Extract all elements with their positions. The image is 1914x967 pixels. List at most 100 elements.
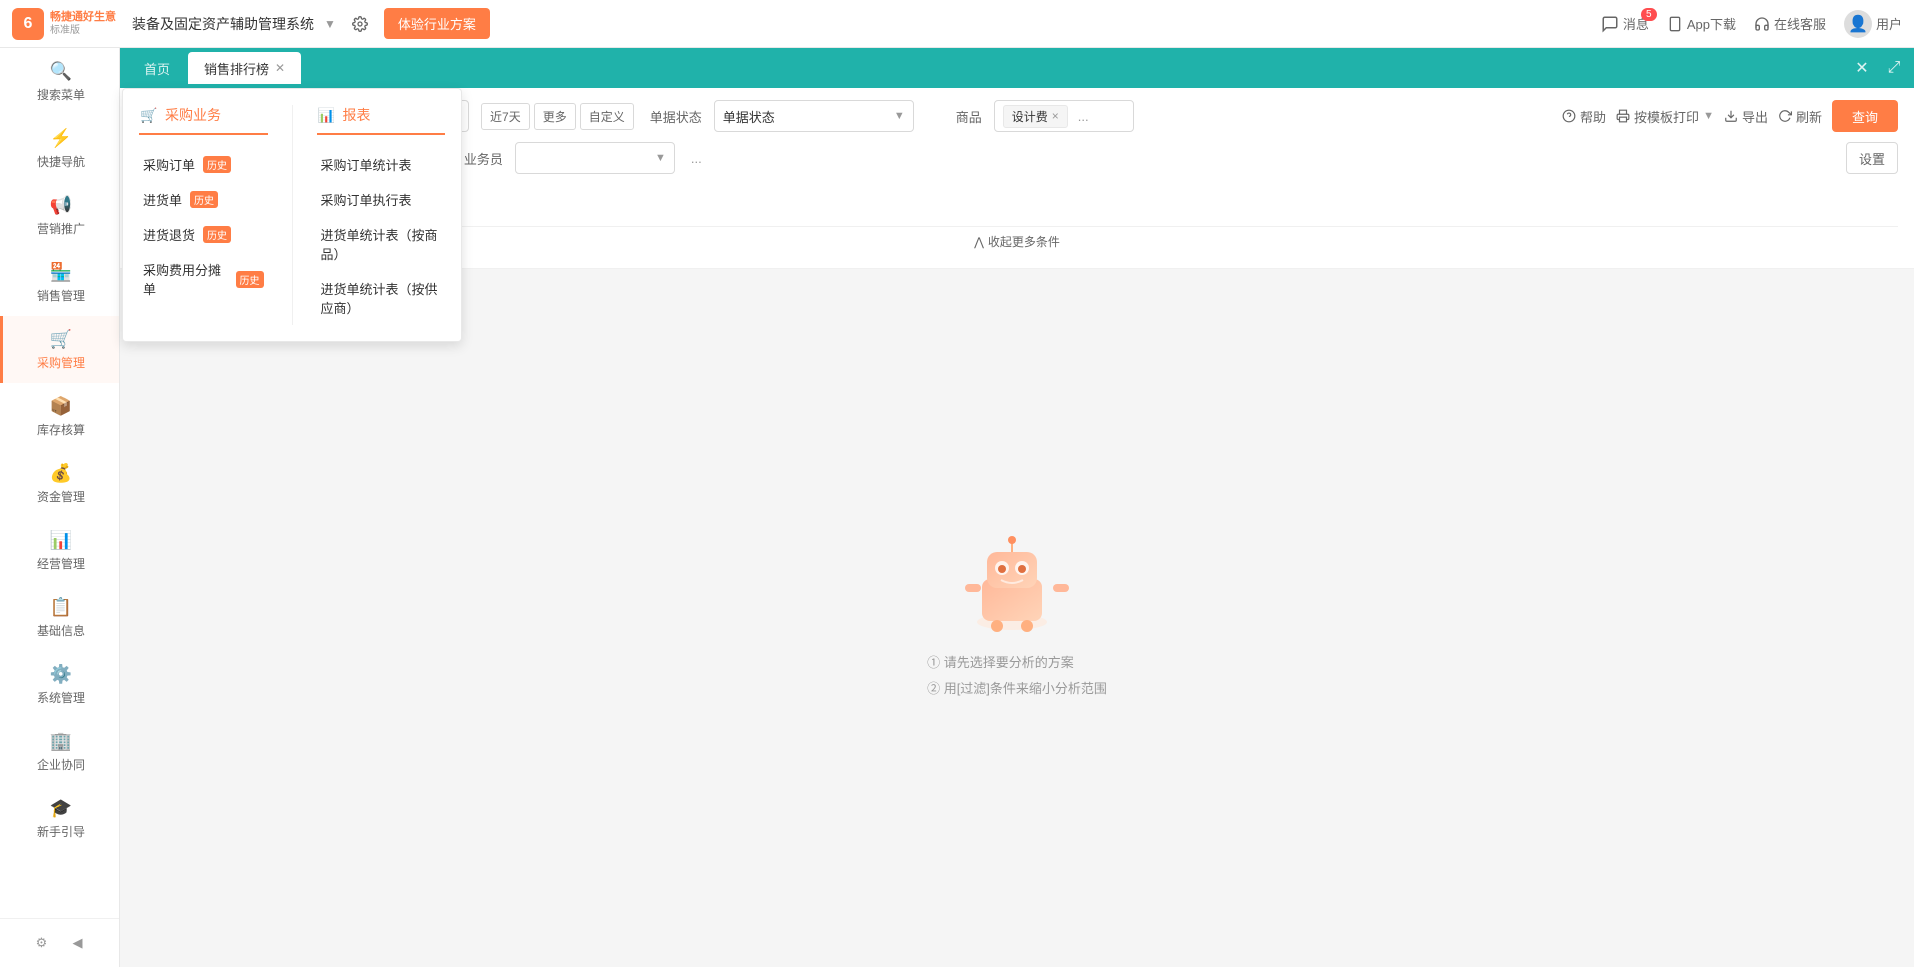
refresh-btn[interactable]: 刷新 — [1778, 107, 1822, 126]
capital-icon: 💰 — [50, 462, 72, 484]
date-custom-btn[interactable]: 自定义 — [580, 103, 634, 130]
sidebar-item-label: 新手引导 — [37, 823, 85, 840]
sidebar-settings-btn[interactable]: ⚙ — [28, 929, 56, 957]
reports-col-title: 报表 — [343, 105, 371, 125]
purchase-col-title: 采购业务 — [165, 105, 221, 125]
purchase-icon: 🛒 — [50, 328, 72, 350]
sidebar-item-basic-info[interactable]: 📋 基础信息 — [0, 584, 119, 651]
help-icon — [1562, 109, 1576, 123]
sidebar-item-sales[interactable]: 🏪 销售管理 — [0, 249, 119, 316]
purchase-return-history-badge: 历史 — [203, 226, 231, 243]
salesman-ellipsis[interactable]: ... — [687, 151, 706, 166]
app-download-label: App下载 — [1687, 14, 1736, 33]
empty-hint-2: 用[过滤]条件来缩小分析范围 — [927, 676, 1107, 702]
guide-icon: 🎓 — [50, 797, 72, 819]
message-btn[interactable]: 消息 5 — [1601, 14, 1649, 33]
dropdown-item-purchase-order[interactable]: 采购订单 历史 — [139, 147, 268, 182]
dropdown-col-purchase: 🛒 采购业务 采购订单 历史 进货单 历史 进货退货 历史 采购费用分摊单 — [139, 105, 268, 325]
tab-close-icon[interactable]: ✕ — [275, 61, 285, 75]
purchase-order-history-badge: 历史 — [203, 156, 231, 173]
settings-icon-btn[interactable] — [346, 10, 374, 38]
tab-home-label: 首页 — [144, 59, 170, 78]
headset-icon — [1754, 16, 1770, 32]
tab-bar-right: ✕ ⤢ — [1850, 56, 1906, 80]
sidebar-item-guide[interactable]: 🎓 新手引导 — [0, 785, 119, 852]
enterprise-icon: 🏢 — [50, 730, 72, 752]
purchase-col-icon: 🛒 — [139, 105, 159, 125]
sidebar-item-label: 经营管理 — [37, 555, 85, 572]
industry-btn[interactable]: 体验行业方案 — [384, 8, 490, 39]
dropdown-item-purchase-expense[interactable]: 采购费用分摊单 历史 — [139, 252, 268, 306]
sidebar-item-label: 搜索菜单 — [37, 86, 85, 103]
user-btn[interactable]: 👤 用户 — [1844, 10, 1902, 38]
dropdown-item-purchase-return[interactable]: 进货退货 历史 — [139, 217, 268, 252]
system-title: 装备及固定资产辅助管理系统 — [132, 14, 314, 34]
sidebar-item-capital[interactable]: 💰 资金管理 — [0, 450, 119, 517]
date-more-btn[interactable]: 更多 — [534, 103, 576, 130]
query-btn[interactable]: 查询 — [1832, 100, 1898, 132]
sidebar-item-label: 营销推广 — [37, 220, 85, 237]
goods-tag-close[interactable]: × — [1052, 109, 1059, 123]
print-dropdown-arrow[interactable]: ▼ — [1703, 110, 1714, 122]
sidebar-item-label: 系统管理 — [37, 689, 85, 706]
dropdown-item-purchase-receipt[interactable]: 进货单 历史 — [139, 182, 268, 217]
sidebar-collapse-btn[interactable]: ◀ — [64, 929, 92, 957]
dropdown-item-report-2[interactable]: 采购订单执行表 — [317, 182, 446, 217]
tab-sales-rank[interactable]: 销售排行榜 ✕ — [188, 52, 301, 84]
empty-illustration — [957, 534, 1077, 634]
print-icon — [1616, 109, 1630, 123]
date-quick-btns: 近7天 更多 自定义 — [481, 103, 634, 130]
goods-ellipsis[interactable]: ... — [1074, 109, 1093, 124]
tab-resize-btn[interactable]: ⤢ — [1882, 56, 1906, 80]
sidebar-item-label: 企业协同 — [37, 756, 85, 773]
sidebar-item-label: 采购管理 — [37, 354, 85, 371]
sidebar-item-operations[interactable]: 📊 经营管理 — [0, 517, 119, 584]
doc-status-arrow: ▼ — [894, 110, 905, 122]
help-label: 帮助 — [1580, 107, 1606, 126]
tab-bar: 首页 销售排行榜 ✕ ✕ ⤢ — [120, 48, 1914, 88]
tab-close-all-btn[interactable]: ✕ — [1850, 56, 1874, 80]
date-7days-btn[interactable]: 近7天 — [481, 103, 530, 130]
doc-status-label: 单据状态 — [646, 107, 702, 126]
inventory-icon: 📦 — [50, 395, 72, 417]
print-btn[interactable]: 按模板打印 ▼ — [1616, 107, 1714, 126]
dropdown-item-report-3[interactable]: 进货单统计表（按商品） — [317, 217, 446, 271]
message-badge: 5 — [1641, 8, 1657, 21]
tab-sales-rank-label: 销售排行榜 — [204, 59, 269, 78]
sidebar-item-inventory[interactable]: 📦 库存核算 — [0, 383, 119, 450]
online-service-label: 在线客服 — [1774, 14, 1826, 33]
system-dropdown-arrow[interactable]: ▼ — [324, 17, 336, 31]
dropdown-item-report-4[interactable]: 进货单统计表（按供应商） — [317, 271, 446, 325]
doc-status-value: 单据状态 — [723, 107, 775, 126]
sidebar-item-search-menu[interactable]: 🔍 搜索菜单 — [0, 48, 119, 115]
salesman-select[interactable]: ▼ — [515, 142, 675, 174]
reports-col-header: 📊 报表 — [317, 105, 446, 135]
logo-line2: 标准版 — [50, 24, 116, 37]
logo-icon: 6 — [12, 8, 44, 40]
sales-icon: 🏪 — [50, 261, 72, 283]
purchase-dropdown-menu: 🛒 采购业务 采购订单 历史 进货单 历史 进货退货 历史 采购费用分摊单 — [122, 88, 462, 342]
empty-hint-1: 请先选择要分析的方案 — [927, 650, 1107, 676]
reports-col-icon: 📊 — [317, 105, 337, 125]
tab-home[interactable]: 首页 — [128, 52, 186, 84]
help-btn[interactable]: 帮助 — [1562, 107, 1606, 126]
sidebar-item-quick-nav[interactable]: ⚡ 快捷导航 — [0, 115, 119, 182]
logo-line1: 畅捷通好生意 — [50, 10, 116, 24]
sidebar-item-marketing[interactable]: 📢 营销推广 — [0, 182, 119, 249]
app-download-btn[interactable]: App下载 — [1667, 14, 1736, 33]
sidebar-item-system[interactable]: ⚙️ 系统管理 — [0, 651, 119, 718]
report-3-label: 进货单统计表（按商品） — [321, 225, 442, 263]
goods-label: 商品 — [926, 107, 982, 126]
purchase-expense-history-badge: 历史 — [236, 271, 264, 288]
refresh-label: 刷新 — [1796, 107, 1822, 126]
quick-nav-icon: ⚡ — [50, 127, 72, 149]
sidebar-item-purchase[interactable]: 🛒 采购管理 — [0, 316, 119, 383]
goods-select[interactable]: 设计费 × ... — [994, 100, 1134, 132]
online-service-btn[interactable]: 在线客服 — [1754, 14, 1826, 33]
setting-btn[interactable]: 设置 — [1846, 142, 1898, 174]
doc-status-select[interactable]: 单据状态 ▼ — [714, 100, 914, 132]
dropdown-item-report-1[interactable]: 采购订单统计表 — [317, 147, 446, 182]
sidebar-item-enterprise[interactable]: 🏢 企业协同 — [0, 718, 119, 785]
avatar: 👤 — [1844, 10, 1872, 38]
export-btn[interactable]: 导出 — [1724, 107, 1768, 126]
